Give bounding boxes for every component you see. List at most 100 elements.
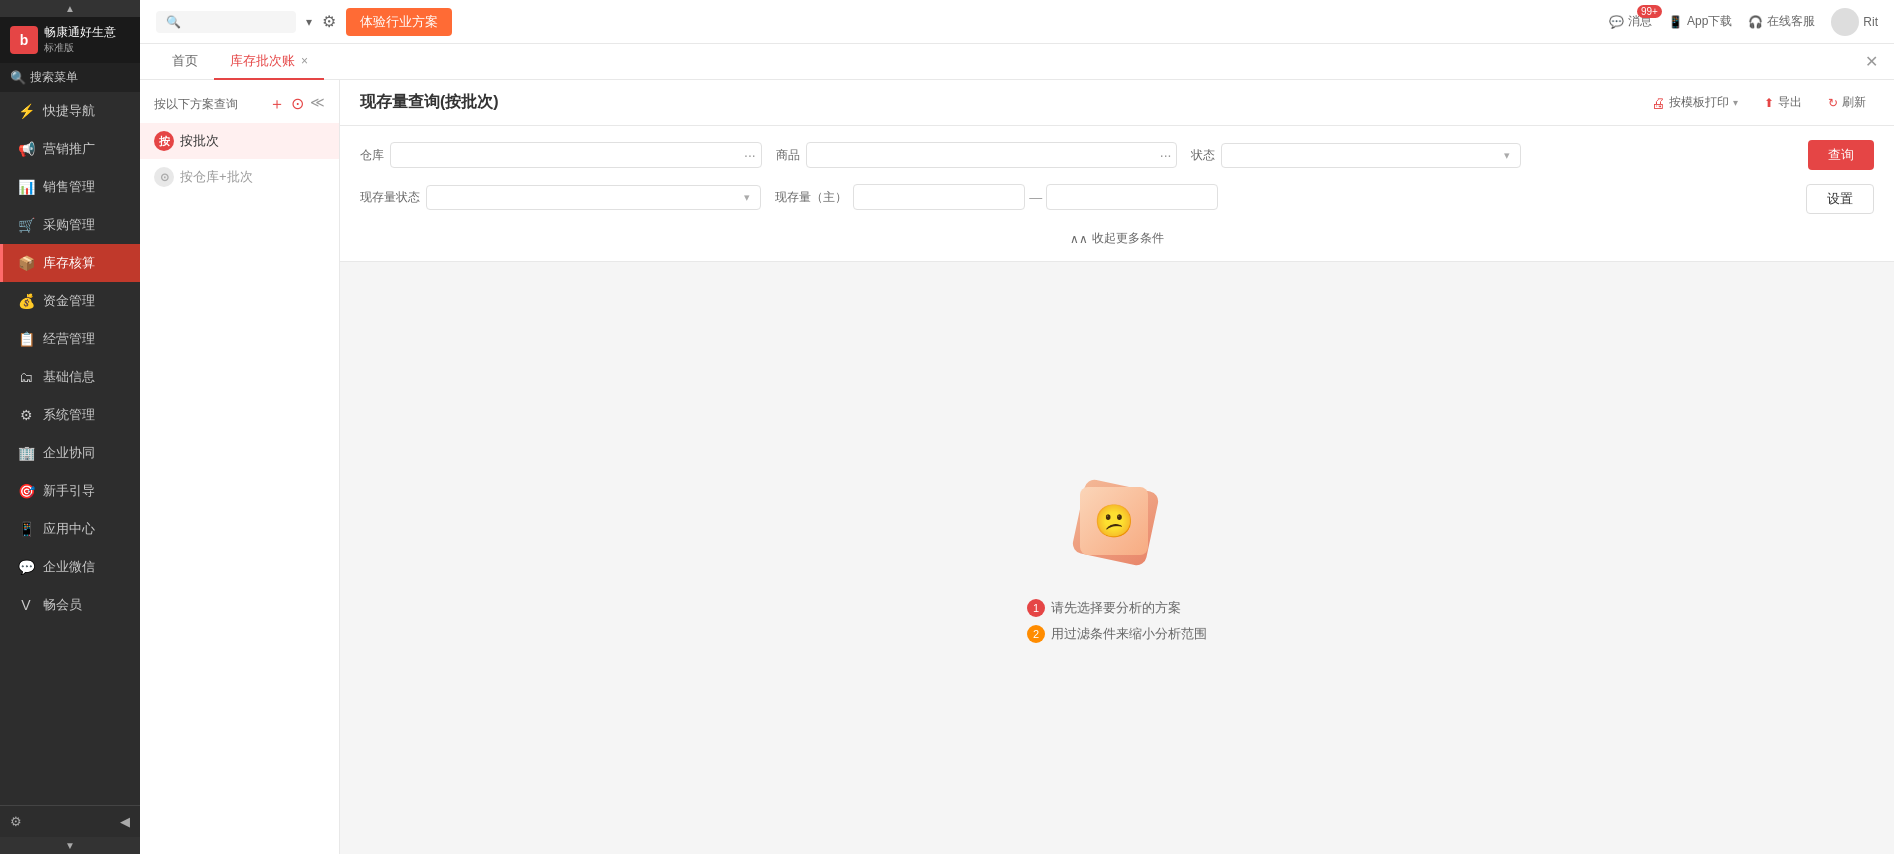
scroll-down-btn[interactable]: ▼ bbox=[0, 837, 140, 854]
topbar-search-box[interactable]: 🔍 bbox=[156, 11, 296, 33]
plan-item-1[interactable]: 按按批次 bbox=[140, 123, 339, 159]
sidebar-item-operation[interactable]: 📋经营管理 bbox=[0, 320, 140, 358]
settings-icon[interactable]: ⚙ bbox=[10, 814, 22, 829]
nav-icon-sales: 📊 bbox=[17, 178, 35, 196]
topbar-dropdown-icon[interactable]: ▾ bbox=[306, 15, 312, 29]
export-btn[interactable]: ⬆ 导出 bbox=[1756, 90, 1810, 115]
product-dots-btn[interactable]: ··· bbox=[1160, 147, 1172, 163]
page-header: 现存量查询(按批次) 🖨 按模板打印 ▾ ⬆ 导出 ↻ 刷新 bbox=[340, 80, 1894, 126]
tab-close-icon[interactable]: × bbox=[301, 54, 308, 68]
topbar-gear-icon[interactable]: ⚙ bbox=[322, 12, 336, 31]
user-avatar bbox=[1831, 8, 1859, 36]
sidebar-item-shortcut[interactable]: ⚡ 快捷导航 bbox=[0, 92, 140, 130]
inventory-status-dropdown[interactable]: ▾ bbox=[426, 185, 761, 210]
query-btn[interactable]: 查询 bbox=[1808, 140, 1874, 170]
product-label: 商品 bbox=[776, 147, 800, 164]
sidebar-item-finance[interactable]: 💰资金管理 bbox=[0, 282, 140, 320]
sidebar-item-purchase[interactable]: 🛒采购管理 bbox=[0, 206, 140, 244]
nav-icon-newuser: 🎯 bbox=[17, 482, 35, 500]
nav-label-shortcut: 快捷导航 bbox=[43, 102, 95, 120]
topbar-search-input[interactable] bbox=[187, 15, 337, 29]
app-logo: b bbox=[10, 26, 38, 54]
online-service-action[interactable]: 🎧 在线客服 bbox=[1748, 13, 1815, 30]
tab-inventory-batch[interactable]: 库存批次账 × bbox=[214, 44, 324, 80]
panel-add-icon[interactable]: ＋ bbox=[269, 94, 285, 115]
tab-home[interactable]: 首页 bbox=[156, 44, 214, 80]
nav-label-wechat: 企业微信 bbox=[43, 558, 95, 576]
status-label: 状态 bbox=[1191, 147, 1215, 164]
panel-collapse-icon[interactable]: ≪ bbox=[310, 94, 325, 115]
nav-label-finance: 资金管理 bbox=[43, 292, 95, 310]
sidebar-nav: ⚡ 快捷导航 📢营销推广📊销售管理🛒采购管理📦库存核算💰资金管理📋经营管理 🗂 基础信息… bbox=[0, 92, 140, 805]
topbar-actions: 💬 消息 99+ 📱 App下载 🎧 在线客服 Rit bbox=[1609, 8, 1878, 36]
inventory-qty-label: 现存量（主） bbox=[775, 189, 847, 206]
nav-icon-appcenter: 📱 bbox=[17, 520, 35, 538]
print-dropdown-icon[interactable]: ▾ bbox=[1733, 97, 1738, 108]
inventory-status-arrow: ▾ bbox=[744, 191, 750, 204]
sidebar-item-system[interactable]: ⚙系统管理 bbox=[0, 396, 140, 434]
sidebar-item-appcenter[interactable]: 📱 应用中心 bbox=[0, 510, 140, 548]
sidebar-search[interactable]: 🔍 搜索菜单 bbox=[0, 63, 140, 92]
warehouse-dots-btn[interactable]: ··· bbox=[744, 147, 756, 163]
empty-text-block: 1 请先选择要分析的方案 2 用过滤条件来缩小分析范围 bbox=[1027, 595, 1207, 647]
collapse-btn[interactable]: ∧∧ 收起更多条件 bbox=[360, 224, 1874, 247]
sidebar-item-inventory[interactable]: 📦库存核算 bbox=[0, 244, 140, 282]
plan-item-2[interactable]: ⊙按仓库+批次 bbox=[140, 159, 339, 195]
sidebar-item-vip[interactable]: V畅会员 bbox=[0, 586, 140, 624]
export-label: 导出 bbox=[1778, 94, 1802, 111]
panel-settings-icon[interactable]: ⊙ bbox=[291, 94, 304, 115]
nav-label-newuser: 新手引导 bbox=[43, 482, 95, 500]
sidebar-item-basic[interactable]: 🗂 基础信息 bbox=[0, 358, 140, 396]
phone-icon: 📱 bbox=[1668, 15, 1683, 29]
inventory-status-label: 现存量状态 bbox=[360, 189, 420, 206]
trial-btn[interactable]: 体验行业方案 bbox=[346, 8, 452, 36]
nav-icon-system: ⚙ bbox=[17, 406, 35, 424]
product-input[interactable] bbox=[806, 142, 1178, 168]
empty-box-face: 😕 bbox=[1080, 487, 1148, 555]
message-icon: 💬 bbox=[1609, 15, 1624, 29]
app-download-action[interactable]: 📱 App下载 bbox=[1668, 13, 1732, 30]
refresh-btn[interactable]: ↻ 刷新 bbox=[1820, 90, 1874, 115]
nav-label-basic: 基础信息 bbox=[43, 368, 95, 386]
nav-icon-vip: V bbox=[17, 596, 35, 614]
print-label: 按模板打印 bbox=[1669, 94, 1729, 111]
plan-icon-1: 按 bbox=[154, 131, 174, 151]
nav-label-appcenter: 应用中心 bbox=[43, 520, 95, 538]
sidebar-item-newuser[interactable]: 🎯 新手引导 bbox=[0, 472, 140, 510]
search-icon: 🔍 bbox=[10, 70, 26, 85]
main-content: 🔍 ▾ ⚙ 体验行业方案 💬 消息 99+ 📱 App下载 🎧 在线客服 Rit bbox=[140, 0, 1894, 854]
empty-step-2: 2 用过滤条件来缩小分析范围 bbox=[1027, 621, 1207, 647]
tab-home-label: 首页 bbox=[172, 52, 198, 70]
nav-icon-shortcut: ⚡ bbox=[17, 102, 35, 120]
scroll-up-btn[interactable]: ▲ bbox=[0, 0, 140, 17]
status-filter: 状态 ▾ bbox=[1191, 143, 1794, 168]
sidebar-item-wechat[interactable]: 💬企业微信 bbox=[0, 548, 140, 586]
messages-action[interactable]: 💬 消息 99+ bbox=[1609, 13, 1652, 30]
status-dropdown[interactable]: ▾ bbox=[1221, 143, 1521, 168]
collapse-icon[interactable]: ◀ bbox=[120, 814, 130, 829]
empty-state: 😕 1 请先选择要分析的方案 2 用过滤条件来缩小分析范围 bbox=[340, 262, 1894, 854]
print-btn[interactable]: 🖨 按模板打印 ▾ bbox=[1643, 90, 1746, 115]
sidebar-footer: ⚙ ◀ bbox=[0, 805, 140, 837]
sidebar-item-enterprise[interactable]: 🏢企业协同 bbox=[0, 434, 140, 472]
inventory-status-dropdown-btn[interactable]: ▾ bbox=[426, 185, 761, 210]
tabs-bar: 首页 库存批次账 × ✕ bbox=[140, 44, 1894, 80]
filter-row-2: 现存量状态 ▾ 现存量（主） — bbox=[360, 180, 1874, 214]
sidebar-item-sales[interactable]: 📊销售管理 bbox=[0, 168, 140, 206]
collapse-up-icon: ∧∧ bbox=[1070, 232, 1088, 246]
step-1-text: 请先选择要分析的方案 bbox=[1051, 595, 1181, 621]
sidebar-item-marketing[interactable]: 📢营销推广 bbox=[0, 130, 140, 168]
export-icon: ⬆ bbox=[1764, 96, 1774, 110]
inventory-status-filter: 现存量状态 ▾ bbox=[360, 185, 761, 210]
nav-icon-basic: 🗂 bbox=[17, 368, 35, 386]
panel-header-actions: ＋ ⊙ ≪ bbox=[269, 94, 325, 115]
user-avatar-area[interactable]: Rit bbox=[1831, 8, 1878, 36]
settings-btn[interactable]: 设置 bbox=[1806, 184, 1874, 214]
inventory-qty-max[interactable] bbox=[1046, 184, 1218, 210]
warehouse-input[interactable] bbox=[390, 142, 762, 168]
plan-icon-2: ⊙ bbox=[154, 167, 174, 187]
inventory-qty-range: — bbox=[853, 184, 1218, 210]
inventory-qty-min[interactable] bbox=[853, 184, 1025, 210]
online-service-label: 在线客服 bbox=[1767, 13, 1815, 30]
panel-close-btn[interactable]: ✕ bbox=[1865, 52, 1878, 71]
